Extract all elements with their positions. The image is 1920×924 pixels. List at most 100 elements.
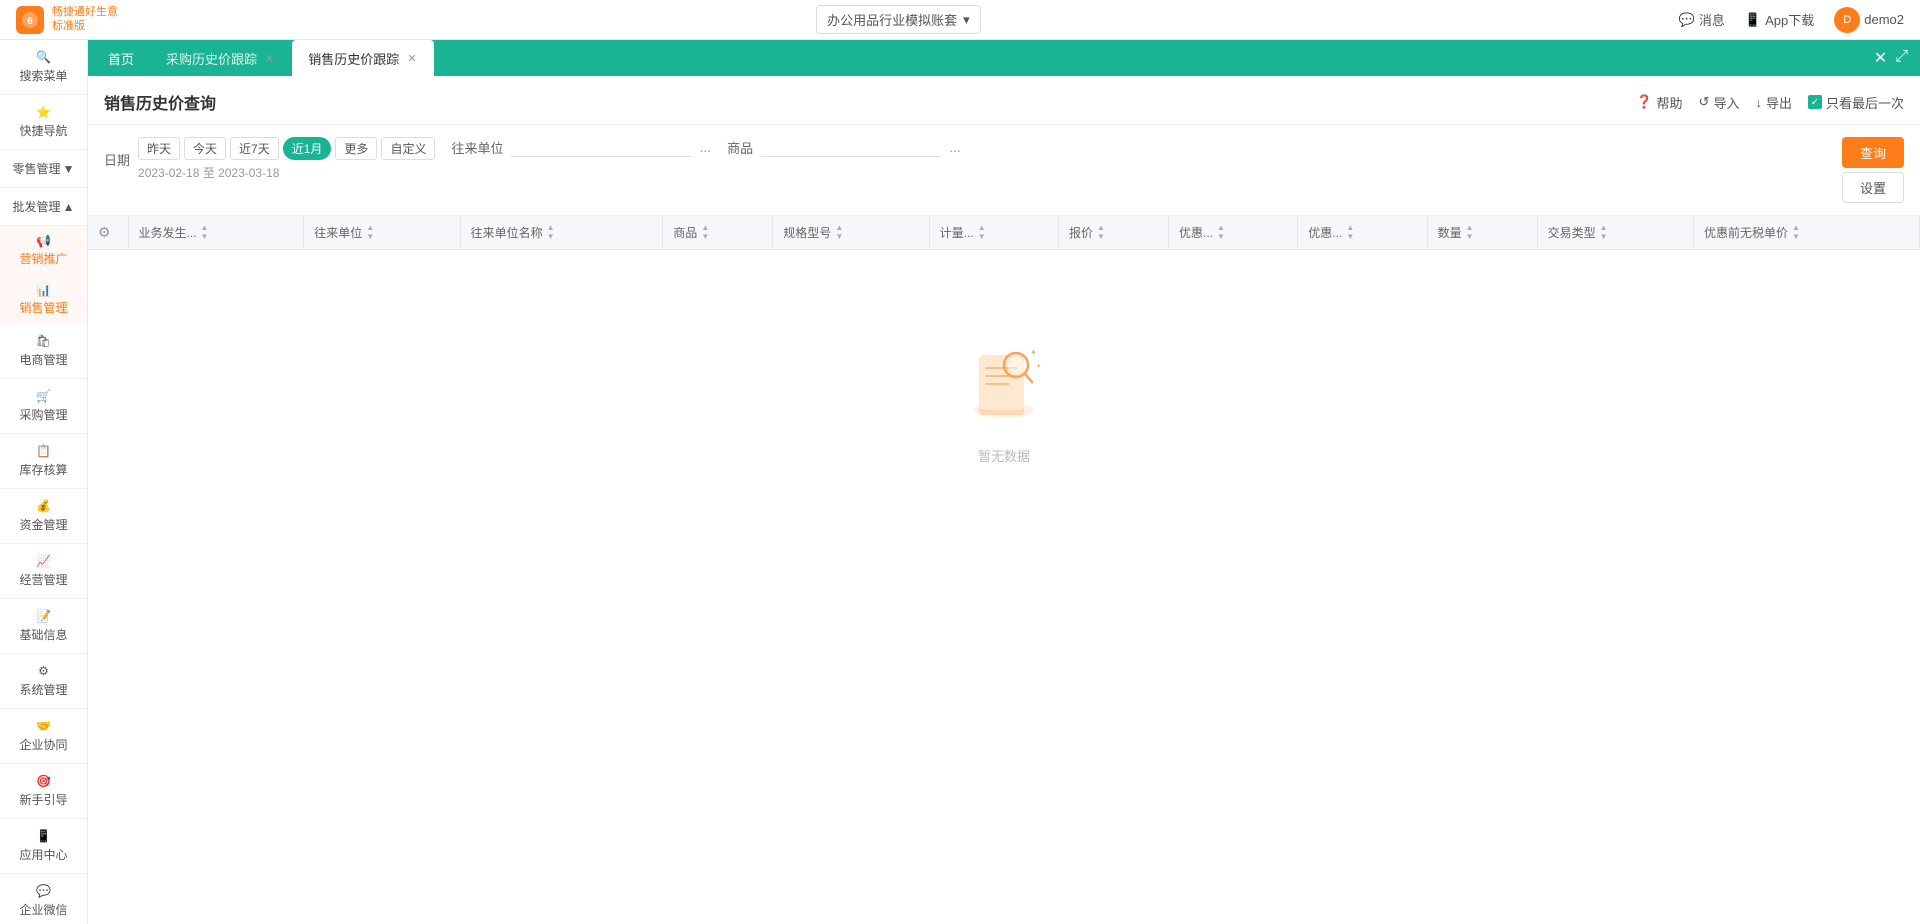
logo-area: 6 畅捷通好生意 标准版	[16, 6, 118, 34]
th-quote[interactable]: 报价 ▲▼	[1058, 216, 1168, 250]
sort-arrows: ▲▼	[1097, 224, 1105, 241]
tab-home[interactable]: 首页	[92, 40, 150, 76]
app-selector-label: 办公用品行业模拟账套	[827, 10, 957, 29]
export-icon: ↓	[1755, 95, 1762, 110]
date-btn-yesterday[interactable]: 昨天	[138, 137, 180, 160]
logo-text: 畅捷通好生意 标准版	[52, 6, 118, 32]
sidebar-item-operation[interactable]: 📈 经营管理	[0, 544, 87, 599]
sort-arrows: ▲▼	[201, 224, 209, 241]
app-download-button[interactable]: 📱 App下载	[1745, 10, 1814, 29]
sidebar-item-marketing[interactable]: 📢 营销推广	[0, 226, 87, 275]
page-header: 销售历史价查询 ❓ 帮助 ↺ 导入 ↓ 导出 ✓	[88, 76, 1920, 125]
partner-filter-group: 往来单位 ...	[451, 137, 711, 157]
date-btn-more[interactable]: 更多	[335, 137, 377, 160]
user-profile[interactable]: D demo2	[1834, 7, 1904, 33]
sort-arrows: ▲▼	[701, 224, 709, 241]
sort-arrows: ▲▼	[1217, 224, 1225, 241]
th-partner-name[interactable]: 往来单位名称 ▲▼	[460, 216, 663, 250]
date-btn-custom[interactable]: 自定义	[381, 137, 435, 160]
date-btn-today[interactable]: 今天	[184, 137, 226, 160]
sales-icon: 📊	[36, 283, 51, 297]
sidebar-item-search[interactable]: 🔍 搜索菜单	[0, 40, 87, 95]
partner-input[interactable]	[511, 137, 691, 157]
help-icon: ❓	[1636, 94, 1652, 110]
query-button[interactable]: 查询	[1842, 137, 1904, 168]
sort-arrows: ▲▼	[1792, 224, 1800, 241]
sidebar-item-enterprise[interactable]: 🤝 企业协同	[0, 709, 87, 764]
sidebar-item-ecommerce[interactable]: 🛍 电商管理	[0, 324, 87, 379]
operation-icon: 📈	[36, 554, 51, 568]
settings-icon[interactable]: ⚙	[98, 224, 111, 240]
date-filter-label: 日期	[104, 150, 130, 169]
sidebar-item-system[interactable]: ⚙ 系统管理	[0, 654, 87, 709]
avatar: D	[1834, 7, 1860, 33]
download-icon: 📱	[1745, 12, 1761, 28]
product-dots-button[interactable]: ...	[949, 139, 961, 155]
sidebar: 🔍 搜索菜单 ⭐ 快捷导航 零售管理 ▼ 批发管理 ▲ 📢 营销推广 📊 销售管…	[0, 40, 88, 924]
product-input[interactable]	[761, 137, 941, 157]
date-btn-last1m[interactable]: 近1月	[283, 137, 332, 160]
ecommerce-icon: 🛍	[36, 334, 51, 348]
app-logo-icon: 6	[16, 6, 44, 34]
checkbox-checked-icon: ✓	[1808, 95, 1822, 109]
star-icon: ⭐	[36, 105, 51, 119]
th-biz-date[interactable]: 业务发生... ▲▼	[128, 216, 304, 250]
th-product[interactable]: 商品 ▲▼	[663, 216, 773, 250]
partner-dots-button[interactable]: ...	[699, 139, 711, 155]
tab-purchase-history[interactable]: 采购历史价跟踪 ✕	[150, 40, 292, 76]
help-button[interactable]: ❓ 帮助	[1636, 93, 1682, 112]
th-discount2[interactable]: 优惠... ▲▼	[1298, 216, 1427, 250]
th-discount1[interactable]: 优惠... ▲▼	[1168, 216, 1297, 250]
sidebar-item-guide[interactable]: 🎯 新手引导	[0, 764, 87, 819]
sidebar-item-sales[interactable]: 📊 销售管理	[0, 275, 87, 324]
sort-arrows: ▲▼	[1346, 224, 1354, 241]
sidebar-item-basic[interactable]: 📝 基础信息	[0, 599, 87, 654]
page-title: 销售历史价查询	[104, 90, 216, 114]
basic-icon: 📝	[36, 609, 51, 623]
export-button[interactable]: ↓ 导出	[1755, 93, 1792, 112]
th-trade-type[interactable]: 交易类型 ▲▼	[1537, 216, 1693, 250]
content-area: 首页 采购历史价跟踪 ✕ 销售历史价跟踪 ✕ ✕ ⤢ 销售历史价查询	[88, 40, 1920, 924]
sidebar-item-retail[interactable]: 零售管理 ▼	[0, 150, 87, 188]
sidebar-item-wechat[interactable]: 💬 企业微信	[0, 874, 87, 924]
empty-state: ✦ ✦ 暂无数据	[88, 250, 1920, 545]
sidebar-item-finance[interactable]: 💰 资金管理	[0, 489, 87, 544]
tab-purchase-history-close[interactable]: ✕	[263, 50, 276, 67]
tab-sales-history-close[interactable]: ✕	[405, 50, 418, 67]
sort-arrows: ▲▼	[366, 224, 374, 241]
sort-arrows: ▲▼	[1600, 224, 1608, 241]
table-container: ⚙ 业务发生... ▲▼ 往来单位	[88, 216, 1920, 545]
th-unit[interactable]: 计量... ▲▼	[929, 216, 1058, 250]
message-button[interactable]: 💬 消息	[1679, 10, 1725, 29]
message-icon: 💬	[1679, 12, 1695, 28]
th-pretax-price[interactable]: 优惠前无税单价 ▲▼	[1693, 216, 1919, 250]
sidebar-item-apps[interactable]: 📱 应用中心	[0, 819, 87, 874]
data-table: ⚙ 业务发生... ▲▼ 往来单位	[88, 216, 1920, 250]
sidebar-item-wholesale[interactable]: 批发管理 ▲	[0, 188, 87, 226]
date-range-text: 2023-02-18 至 2023-03-18	[138, 164, 435, 181]
last-only-toggle[interactable]: ✓ 只看最后一次	[1808, 93, 1904, 112]
th-quantity[interactable]: 数量 ▲▼	[1427, 216, 1537, 250]
close-window-button[interactable]: ✕	[1874, 48, 1887, 68]
tab-bar-right-actions: ✕ ⤢	[1874, 48, 1916, 68]
top-right-actions: 💬 消息 📱 App下载 D demo2	[1679, 7, 1904, 33]
app-selector[interactable]: 办公用品行业模拟账套 ▾	[816, 5, 981, 34]
th-settings[interactable]: ⚙	[88, 216, 128, 250]
maximize-button[interactable]: ⤢	[1895, 48, 1908, 68]
import-button[interactable]: ↺ 导入	[1699, 93, 1740, 112]
date-btn-last7[interactable]: 近7天	[230, 137, 279, 160]
purchase-icon: 🛒	[36, 389, 51, 403]
settings-button[interactable]: 设置	[1842, 172, 1904, 203]
search-icon: 🔍	[36, 50, 51, 64]
page-content: 销售历史价查询 ❓ 帮助 ↺ 导入 ↓ 导出 ✓	[88, 76, 1920, 924]
th-spec[interactable]: 规格型号 ▲▼	[773, 216, 929, 250]
date-buttons: 昨天 今天 近7天 近1月 更多 自定义	[138, 137, 435, 160]
product-filter-group: 商品 ...	[727, 137, 961, 157]
th-partner-code[interactable]: 往来单位 ▲▼	[304, 216, 460, 250]
sidebar-item-shortcut[interactable]: ⭐ 快捷导航	[0, 95, 87, 150]
sidebar-item-purchase[interactable]: 🛒 采购管理	[0, 379, 87, 434]
tab-sales-history[interactable]: 销售历史价跟踪 ✕	[292, 40, 434, 76]
sort-arrows: ▲▼	[835, 224, 843, 241]
tab-bar: 首页 采购历史价跟踪 ✕ 销售历史价跟踪 ✕ ✕ ⤢	[88, 40, 1920, 76]
sidebar-item-inventory[interactable]: 📋 库存核算	[0, 434, 87, 489]
